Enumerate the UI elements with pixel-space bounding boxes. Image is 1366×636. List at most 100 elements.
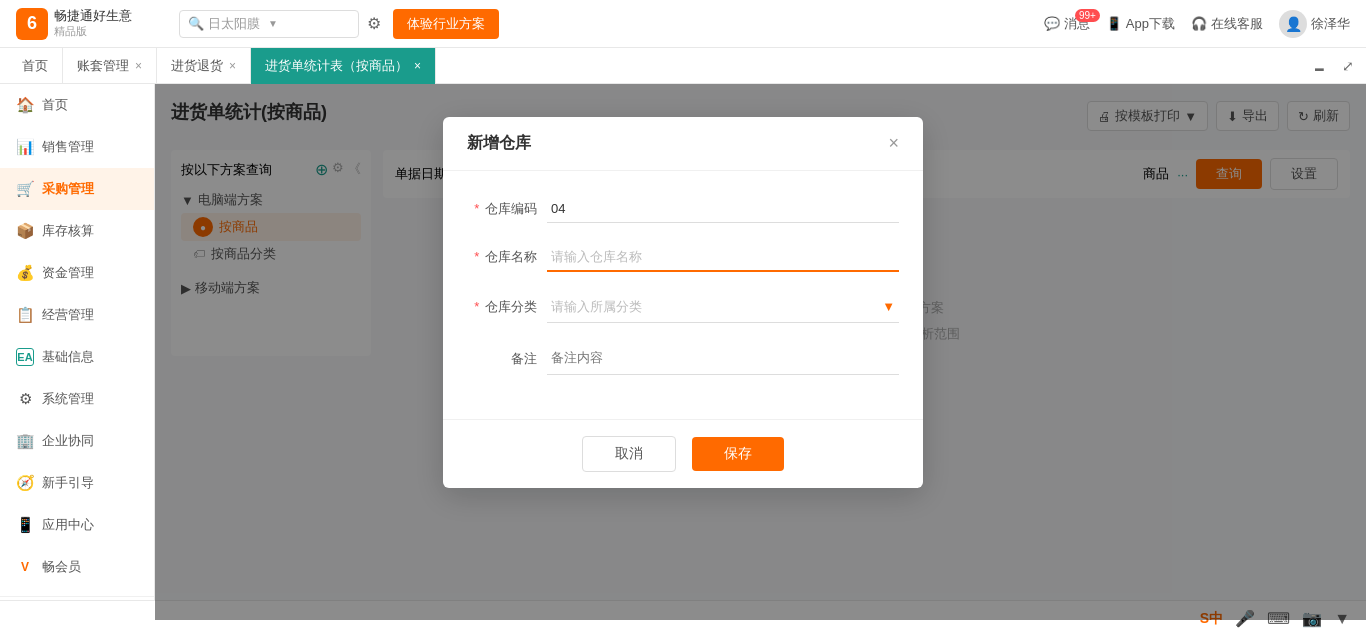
- modal-close-icon[interactable]: ×: [888, 133, 899, 154]
- search-dropdown-icon[interactable]: ▼: [268, 18, 278, 29]
- modal-body: * 仓库编码 * 仓库名称: [443, 171, 923, 419]
- sidebar-label-stock: 库存核算: [42, 222, 94, 240]
- app-label: App下载: [1126, 15, 1175, 33]
- experience-btn[interactable]: 体验行业方案: [393, 9, 499, 39]
- guide-icon: 🧭: [16, 474, 34, 492]
- sidebar-label-guide: 新手引导: [42, 474, 94, 492]
- vip-icon: V: [16, 558, 34, 576]
- form-row-name: * 仓库名称: [467, 243, 899, 272]
- name-label: * 仓库名称: [467, 248, 547, 266]
- tab-purchase-stat-label: 进货单统计表（按商品）: [265, 57, 408, 75]
- sidebar-label-sales: 销售管理: [42, 138, 94, 156]
- modal-new-warehouse: 新增仓库 × * 仓库编码 *: [443, 117, 923, 488]
- logo-area: 6 畅捷通好生意 精品版: [16, 8, 171, 40]
- tab-account-close[interactable]: ×: [135, 59, 142, 73]
- sidebar-item-vip[interactable]: V 畅会员: [0, 546, 154, 588]
- sidebar-label-home: 首页: [42, 96, 68, 114]
- user-name: 徐泽华: [1311, 15, 1350, 33]
- name-input[interactable]: [547, 243, 899, 272]
- user-btn[interactable]: 👤 徐泽华: [1279, 10, 1350, 38]
- cancel-button[interactable]: 取消: [582, 436, 676, 472]
- sidebar-label-basic: 基础信息: [42, 348, 94, 366]
- sidebar: 🏠 首页 📊 销售管理 🛒 采购管理 📦 库存核算 💰 资金管理 📋 经营管理 …: [0, 84, 155, 636]
- code-required: *: [474, 201, 479, 216]
- message-icon: 💬: [1044, 16, 1060, 31]
- search-bar[interactable]: 🔍 日太阳膜 ▼: [179, 10, 359, 38]
- modal-header: 新增仓库 ×: [443, 117, 923, 171]
- header-right: 💬 消息 99+ 📱 App下载 🎧 在线客服 👤 徐泽华: [1044, 10, 1350, 38]
- tab-home[interactable]: 首页: [8, 48, 63, 84]
- tab-purchase-return-close[interactable]: ×: [229, 59, 236, 73]
- sidebar-item-system[interactable]: ⚙ 系统管理: [0, 378, 154, 420]
- enterprise-icon: 🏢: [16, 432, 34, 450]
- sidebar-item-finance[interactable]: 💰 资金管理: [0, 252, 154, 294]
- sidebar-item-guide[interactable]: 🧭 新手引导: [0, 462, 154, 504]
- service-btn[interactable]: 🎧 在线客服: [1191, 15, 1263, 33]
- modal-footer: 取消 保存: [443, 419, 923, 488]
- category-required: *: [474, 299, 479, 314]
- sidebar-item-app[interactable]: 📱 应用中心: [0, 504, 154, 546]
- logo-title: 畅捷通好生意: [54, 8, 132, 25]
- form-row-category: * 仓库分类 请输入所属分类 ▼: [467, 292, 899, 323]
- operation-icon: 📋: [16, 306, 34, 324]
- purchase-icon: 🛒: [16, 180, 34, 198]
- code-label: * 仓库编码: [467, 200, 547, 218]
- basic-icon: EA: [16, 348, 34, 366]
- tab-purchase-stat[interactable]: 进货单统计表（按商品） ×: [251, 48, 436, 84]
- sidebar-item-stock[interactable]: 📦 库存核算: [0, 210, 154, 252]
- search-icon: 🔍: [188, 16, 204, 31]
- sidebar-label-operation: 经营管理: [42, 306, 94, 324]
- system-icon: ⚙: [16, 390, 34, 408]
- tab-minimize-icon[interactable]: 🗕: [1308, 54, 1330, 78]
- category-placeholder: 请输入所属分类: [551, 298, 642, 316]
- tab-account-label: 账套管理: [77, 57, 129, 75]
- tab-expand-icon[interactable]: ⤢: [1338, 54, 1358, 78]
- category-select[interactable]: 请输入所属分类 ▼: [547, 292, 899, 323]
- service-label: 在线客服: [1211, 15, 1263, 33]
- sidebar-label-finance: 资金管理: [42, 264, 94, 282]
- sidebar-item-enterprise[interactable]: 🏢 企业协同: [0, 420, 154, 462]
- sidebar-label-app: 应用中心: [42, 516, 94, 534]
- form-row-code: * 仓库编码: [467, 195, 899, 223]
- modal-title: 新增仓库: [467, 133, 531, 154]
- sidebar-item-basic[interactable]: EA 基础信息: [0, 336, 154, 378]
- code-input[interactable]: [547, 195, 899, 223]
- tab-home-label: 首页: [22, 57, 48, 75]
- remark-label: 备注: [467, 350, 547, 368]
- message-btn[interactable]: 💬 消息 99+: [1044, 15, 1090, 33]
- tab-bar: 首页 账套管理 × 进货退货 × 进货单统计表（按商品） × 🗕 ⤢: [0, 48, 1366, 84]
- tab-purchase-return[interactable]: 进货退货 ×: [157, 48, 251, 84]
- gear-icon[interactable]: ⚙: [367, 14, 381, 33]
- form-row-remark: 备注: [467, 343, 899, 375]
- tab-account[interactable]: 账套管理 ×: [63, 48, 157, 84]
- top-header: 6 畅捷通好生意 精品版 🔍 日太阳膜 ▼ ⚙ 体验行业方案 💬 消息 99+ …: [0, 0, 1366, 48]
- sidebar-item-operation[interactable]: 📋 经营管理: [0, 294, 154, 336]
- app-icon: 📱: [1106, 16, 1122, 31]
- tab-purchase-return-label: 进货退货: [171, 57, 223, 75]
- logo-icon: 6: [16, 8, 48, 40]
- sidebar-item-purchase[interactable]: 🛒 采购管理: [0, 168, 154, 210]
- tab-right-controls: 🗕 ⤢: [1308, 54, 1358, 78]
- save-button[interactable]: 保存: [692, 437, 784, 471]
- app-center-icon: 📱: [16, 516, 34, 534]
- name-required: *: [474, 249, 479, 264]
- main-layout: 🏠 首页 📊 销售管理 🛒 采购管理 📦 库存核算 💰 资金管理 📋 经营管理 …: [0, 84, 1366, 636]
- category-label: * 仓库分类: [467, 298, 547, 316]
- content-area: 进货单统计(按商品) 🖨 按模板打印 ▼ ⬇ 导出 ↻ 刷新: [155, 84, 1366, 636]
- category-dropdown-icon: ▼: [882, 299, 895, 314]
- app-download-btn[interactable]: 📱 App下载: [1106, 15, 1175, 33]
- finance-icon: 💰: [16, 264, 34, 282]
- modal-overlay: 新增仓库 × * 仓库编码 *: [155, 84, 1366, 620]
- remark-textarea[interactable]: [547, 343, 899, 375]
- sidebar-item-home[interactable]: 🏠 首页: [0, 84, 154, 126]
- headset-icon: 🎧: [1191, 16, 1207, 31]
- search-text: 日太阳膜: [208, 15, 260, 33]
- logo-sub: 精品版: [54, 24, 132, 39]
- sidebar-item-sales[interactable]: 📊 销售管理: [0, 126, 154, 168]
- stock-icon: 📦: [16, 222, 34, 240]
- sidebar-label-enterprise: 企业协同: [42, 432, 94, 450]
- tab-purchase-stat-close[interactable]: ×: [414, 59, 421, 73]
- home-icon: 🏠: [16, 96, 34, 114]
- sidebar-label-purchase: 采购管理: [42, 180, 94, 198]
- message-badge: 99+: [1075, 9, 1100, 22]
